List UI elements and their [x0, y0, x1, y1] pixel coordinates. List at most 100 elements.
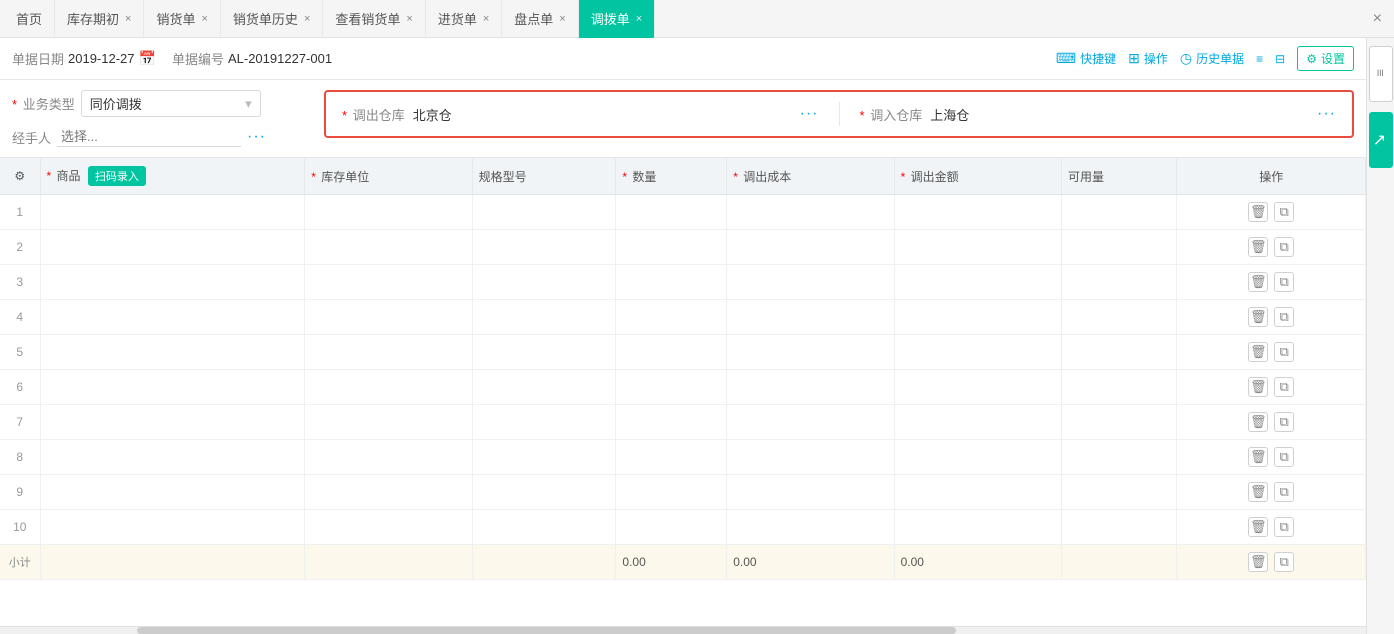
row-amount[interactable] [894, 475, 1061, 510]
row-spec[interactable] [472, 230, 616, 265]
row-amount[interactable] [894, 195, 1061, 230]
row-product[interactable] [40, 335, 305, 370]
row-spec[interactable] [472, 300, 616, 335]
delete-row-button[interactable]: 🗑 [1248, 237, 1268, 257]
scan-entry-button[interactable]: 扫码录入 [88, 166, 146, 186]
row-cost[interactable] [727, 405, 894, 440]
delete-row-button[interactable]: 🗑 [1248, 202, 1268, 222]
tab-home[interactable]: 首页 [8, 0, 55, 38]
row-amount[interactable] [894, 370, 1061, 405]
row-qty[interactable] [616, 405, 727, 440]
tab-stocktake[interactable]: 盘点单 × [502, 0, 578, 38]
row-product[interactable] [40, 405, 305, 440]
row-cost[interactable] [727, 265, 894, 300]
tab-inventory-init[interactable]: 库存期初 × [55, 0, 144, 38]
tab-sales-order[interactable]: 销货单 × [144, 0, 220, 38]
row-amount[interactable] [894, 405, 1061, 440]
row-product[interactable] [40, 300, 305, 335]
row-unit[interactable] [305, 405, 472, 440]
row-spec[interactable] [472, 370, 616, 405]
history-button[interactable]: ◷ 历史单据 [1180, 50, 1244, 67]
row-unit[interactable] [305, 265, 472, 300]
delete-row-button[interactable]: 🗑 [1248, 412, 1268, 432]
layout-toggle-1[interactable]: ≡ [1256, 52, 1263, 66]
handler-input[interactable] [57, 127, 241, 147]
row-qty[interactable] [616, 335, 727, 370]
row-product[interactable] [40, 510, 305, 545]
tab-stocktake-close[interactable]: × [559, 13, 565, 25]
row-spec[interactable] [472, 335, 616, 370]
row-cost[interactable] [727, 510, 894, 545]
handler-more-button[interactable]: ··· [247, 128, 266, 146]
business-type-select[interactable]: 同价调拨 ▾ [81, 90, 261, 117]
sidebar-notes-button[interactable]: ≡ [1369, 46, 1393, 102]
row-spec[interactable] [472, 440, 616, 475]
copy-row-button[interactable]: ⧉ [1274, 342, 1294, 362]
tab-sales-order-close[interactable]: × [201, 13, 207, 25]
row-amount[interactable] [894, 335, 1061, 370]
row-product[interactable] [40, 440, 305, 475]
delete-row-button[interactable]: 🗑 [1248, 517, 1268, 537]
window-close-button[interactable]: × [1373, 10, 1382, 28]
row-unit[interactable] [305, 335, 472, 370]
row-qty[interactable] [616, 370, 727, 405]
tab-transfer-close[interactable]: × [636, 13, 642, 25]
row-spec[interactable] [472, 475, 616, 510]
sidebar-expand-button[interactable]: ↗ [1369, 112, 1393, 168]
row-amount[interactable] [894, 300, 1061, 335]
tab-sales-history-close[interactable]: × [304, 13, 310, 25]
tab-sales-history[interactable]: 销货单历史 × [221, 0, 323, 38]
row-product[interactable] [40, 370, 305, 405]
tab-view-sales-close[interactable]: × [406, 13, 412, 25]
copy-row-button[interactable]: ⧉ [1274, 447, 1294, 467]
copy-row-button[interactable]: ⧉ [1274, 377, 1294, 397]
row-cost[interactable] [727, 475, 894, 510]
row-qty[interactable] [616, 230, 727, 265]
copy-row-button[interactable]: ⧉ [1274, 202, 1294, 222]
row-unit[interactable] [305, 510, 472, 545]
row-amount[interactable] [894, 440, 1061, 475]
copy-row-button[interactable]: ⧉ [1274, 517, 1294, 537]
row-spec[interactable] [472, 510, 616, 545]
settings-button[interactable]: ⚙ 设置 [1297, 46, 1354, 71]
tab-purchase[interactable]: 进货单 × [426, 0, 502, 38]
row-cost[interactable] [727, 370, 894, 405]
layout-toggle-2[interactable]: ⊟ [1275, 52, 1285, 66]
row-amount[interactable] [894, 265, 1061, 300]
row-product[interactable] [40, 195, 305, 230]
bottom-scrollbar[interactable] [0, 626, 1366, 634]
row-qty[interactable] [616, 475, 727, 510]
row-spec[interactable] [472, 405, 616, 440]
delete-row-button[interactable]: 🗑 [1248, 482, 1268, 502]
row-cost[interactable] [727, 440, 894, 475]
calendar-icon[interactable]: 📅 [139, 50, 156, 67]
tab-purchase-close[interactable]: × [483, 13, 489, 25]
warehouse-out-more-button[interactable]: ··· [800, 105, 819, 123]
copy-row-button[interactable]: ⧉ [1274, 272, 1294, 292]
row-spec[interactable] [472, 195, 616, 230]
shortcuts-button[interactable]: ⌨ 快捷键 [1056, 50, 1116, 67]
delete-row-button[interactable]: 🗑 [1248, 377, 1268, 397]
row-product[interactable] [40, 475, 305, 510]
delete-row-button[interactable]: 🗑 [1248, 447, 1268, 467]
row-spec[interactable] [472, 265, 616, 300]
warehouse-in-more-button[interactable]: ··· [1317, 105, 1336, 123]
tab-view-sales[interactable]: 查看销货单 × [323, 0, 425, 38]
delete-row-button[interactable]: 🗑 [1248, 342, 1268, 362]
row-qty[interactable] [616, 300, 727, 335]
row-cost[interactable] [727, 195, 894, 230]
row-qty[interactable] [616, 510, 727, 545]
col-settings[interactable]: ⚙ [0, 158, 40, 195]
operations-button[interactable]: ⊞ 操作 [1128, 50, 1168, 67]
row-qty[interactable] [616, 195, 727, 230]
delete-row-button[interactable]: 🗑 [1248, 272, 1268, 292]
subtotal-delete-button[interactable]: 🗑 [1248, 552, 1268, 572]
row-product[interactable] [40, 265, 305, 300]
row-qty[interactable] [616, 440, 727, 475]
row-amount[interactable] [894, 510, 1061, 545]
row-unit[interactable] [305, 440, 472, 475]
subtotal-copy-button[interactable]: ⧉ [1274, 552, 1294, 572]
tab-inventory-init-close[interactable]: × [125, 13, 131, 25]
copy-row-button[interactable]: ⧉ [1274, 307, 1294, 327]
row-unit[interactable] [305, 195, 472, 230]
